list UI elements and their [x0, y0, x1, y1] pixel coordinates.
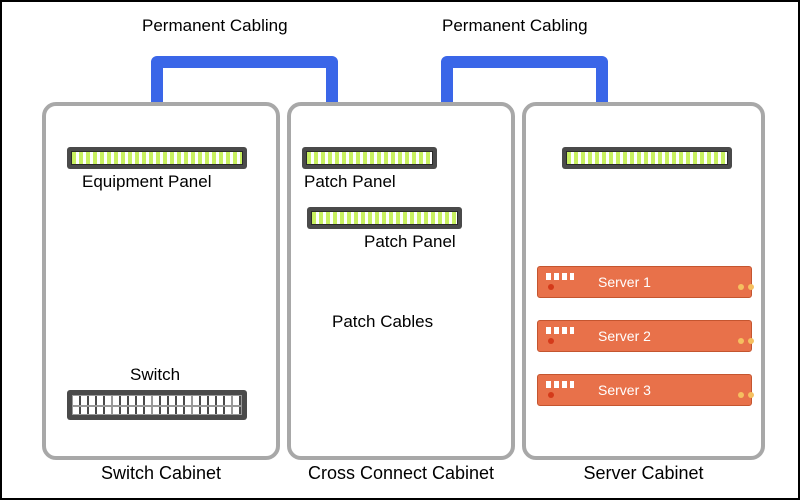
equipment-panel [67, 147, 247, 169]
patch-panel-2-label: Patch Panel [364, 232, 456, 252]
cross-connect-cabinet-label: Cross Connect Cabinet [291, 463, 511, 484]
patch-panel-2 [307, 207, 462, 229]
server-3: Server 3 [537, 374, 752, 406]
switch-device [67, 390, 247, 420]
switch-label: Switch [130, 365, 180, 385]
server-2: Server 2 [537, 320, 752, 352]
switch-cabinet-label: Switch Cabinet [46, 463, 276, 484]
server-1: Server 1 [537, 266, 752, 298]
permanent-cabling-left-label: Permanent Cabling [142, 16, 288, 36]
server-3-label: Server 3 [598, 382, 651, 398]
server-panel [562, 147, 732, 169]
equipment-panel-label: Equipment Panel [82, 172, 211, 192]
patch-panel-1 [302, 147, 437, 169]
patch-cables-label: Patch Cables [332, 312, 433, 332]
server-1-label: Server 1 [598, 274, 651, 290]
diagram-canvas: Permanent Cabling Permanent Cabling Swit… [0, 0, 800, 500]
patch-panel-1-label: Patch Panel [304, 172, 396, 192]
server-cabinet-label: Server Cabinet [526, 463, 761, 484]
server-2-label: Server 2 [598, 328, 651, 344]
permanent-cabling-right-label: Permanent Cabling [442, 16, 588, 36]
